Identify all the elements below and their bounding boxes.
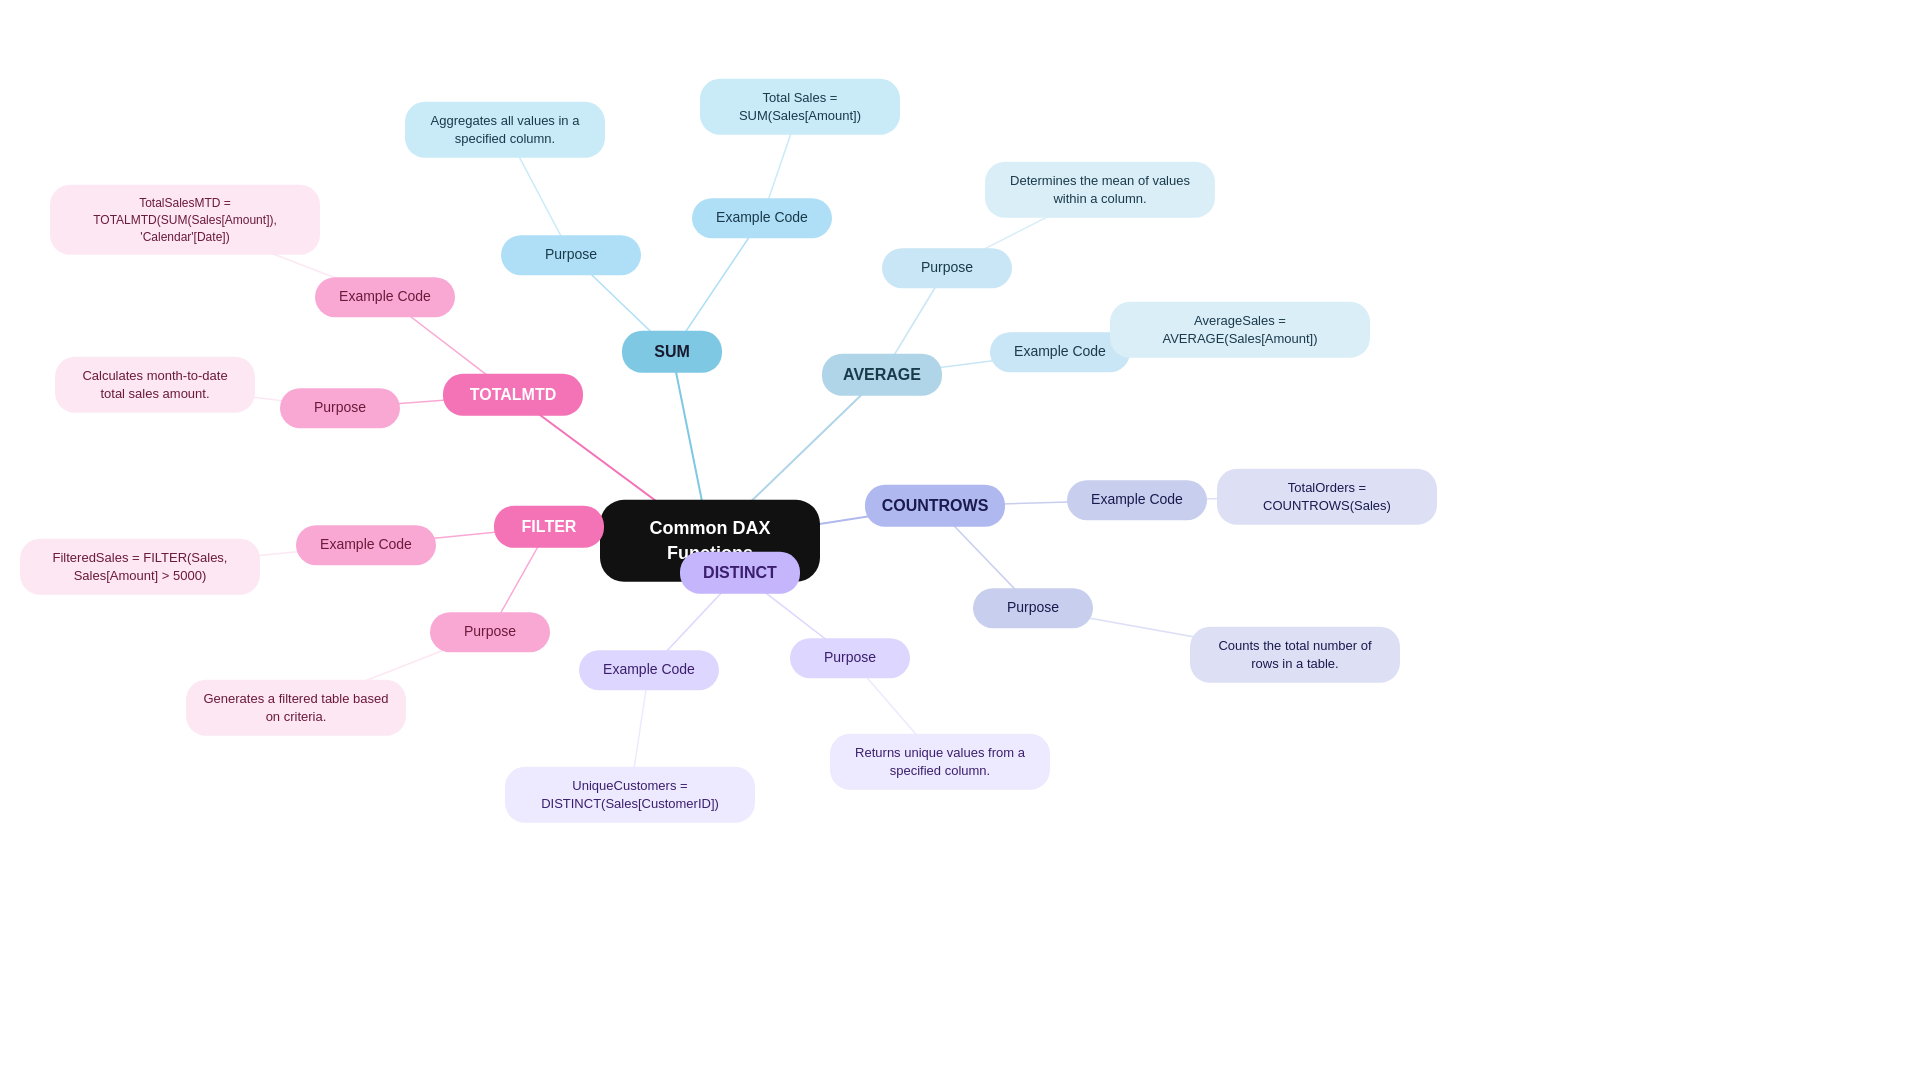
- filter-node[interactable]: FILTER: [494, 506, 604, 548]
- totalmtd-purpose-text-node: Calculates month-to-date total sales amo…: [55, 357, 255, 413]
- connection-lines: [0, 0, 1920, 1083]
- average-purpose-node[interactable]: Purpose: [882, 248, 1012, 288]
- countrows-node[interactable]: COUNTROWS: [865, 485, 1005, 527]
- filter-purpose-node[interactable]: Purpose: [430, 612, 550, 652]
- mind-map-canvas: Common DAX Functions SUM Purpose Example…: [0, 0, 1920, 1083]
- sum-example-text-node: Total Sales = SUM(Sales[Amount]): [700, 79, 900, 135]
- sum-purpose-node[interactable]: Purpose: [501, 235, 641, 275]
- countrows-purpose-text-node: Counts the total number of rows in a tab…: [1190, 627, 1400, 683]
- sum-purpose-text-node: Aggregates all values in a specified col…: [405, 102, 605, 158]
- average-node[interactable]: AVERAGE: [822, 354, 942, 396]
- average-example-node[interactable]: Example Code: [990, 332, 1130, 372]
- totalmtd-node[interactable]: TOTALMTD: [443, 374, 583, 416]
- totalmtd-example-node[interactable]: Example Code: [315, 277, 455, 317]
- distinct-purpose-text-node: Returns unique values from a specified c…: [830, 734, 1050, 790]
- average-purpose-text-node: Determines the mean of values within a c…: [985, 162, 1215, 218]
- totalmtd-example-text-node: TotalSalesMTD = TOTALMTD(SUM(Sales[Amoun…: [50, 185, 320, 255]
- countrows-example-text-node: TotalOrders = COUNTROWS(Sales): [1217, 469, 1437, 525]
- totalmtd-purpose-node[interactable]: Purpose: [280, 388, 400, 428]
- distinct-node[interactable]: DISTINCT: [680, 552, 800, 594]
- filter-example-node[interactable]: Example Code: [296, 525, 436, 565]
- filter-example-text-node: FilteredSales = FILTER(Sales, Sales[Amou…: [20, 539, 260, 595]
- distinct-example-text-node: UniqueCustomers = DISTINCT(Sales[Custome…: [505, 767, 755, 823]
- distinct-purpose-node[interactable]: Purpose: [790, 638, 910, 678]
- sum-example-node[interactable]: Example Code: [692, 198, 832, 238]
- filter-purpose-text-node: Generates a filtered table based on crit…: [186, 680, 406, 736]
- countrows-example-node[interactable]: Example Code: [1067, 480, 1207, 520]
- sum-node[interactable]: SUM: [622, 331, 722, 373]
- countrows-purpose-node[interactable]: Purpose: [973, 588, 1093, 628]
- average-example-text-node: AverageSales = AVERAGE(Sales[Amount]): [1110, 302, 1370, 358]
- distinct-example-node[interactable]: Example Code: [579, 650, 719, 690]
